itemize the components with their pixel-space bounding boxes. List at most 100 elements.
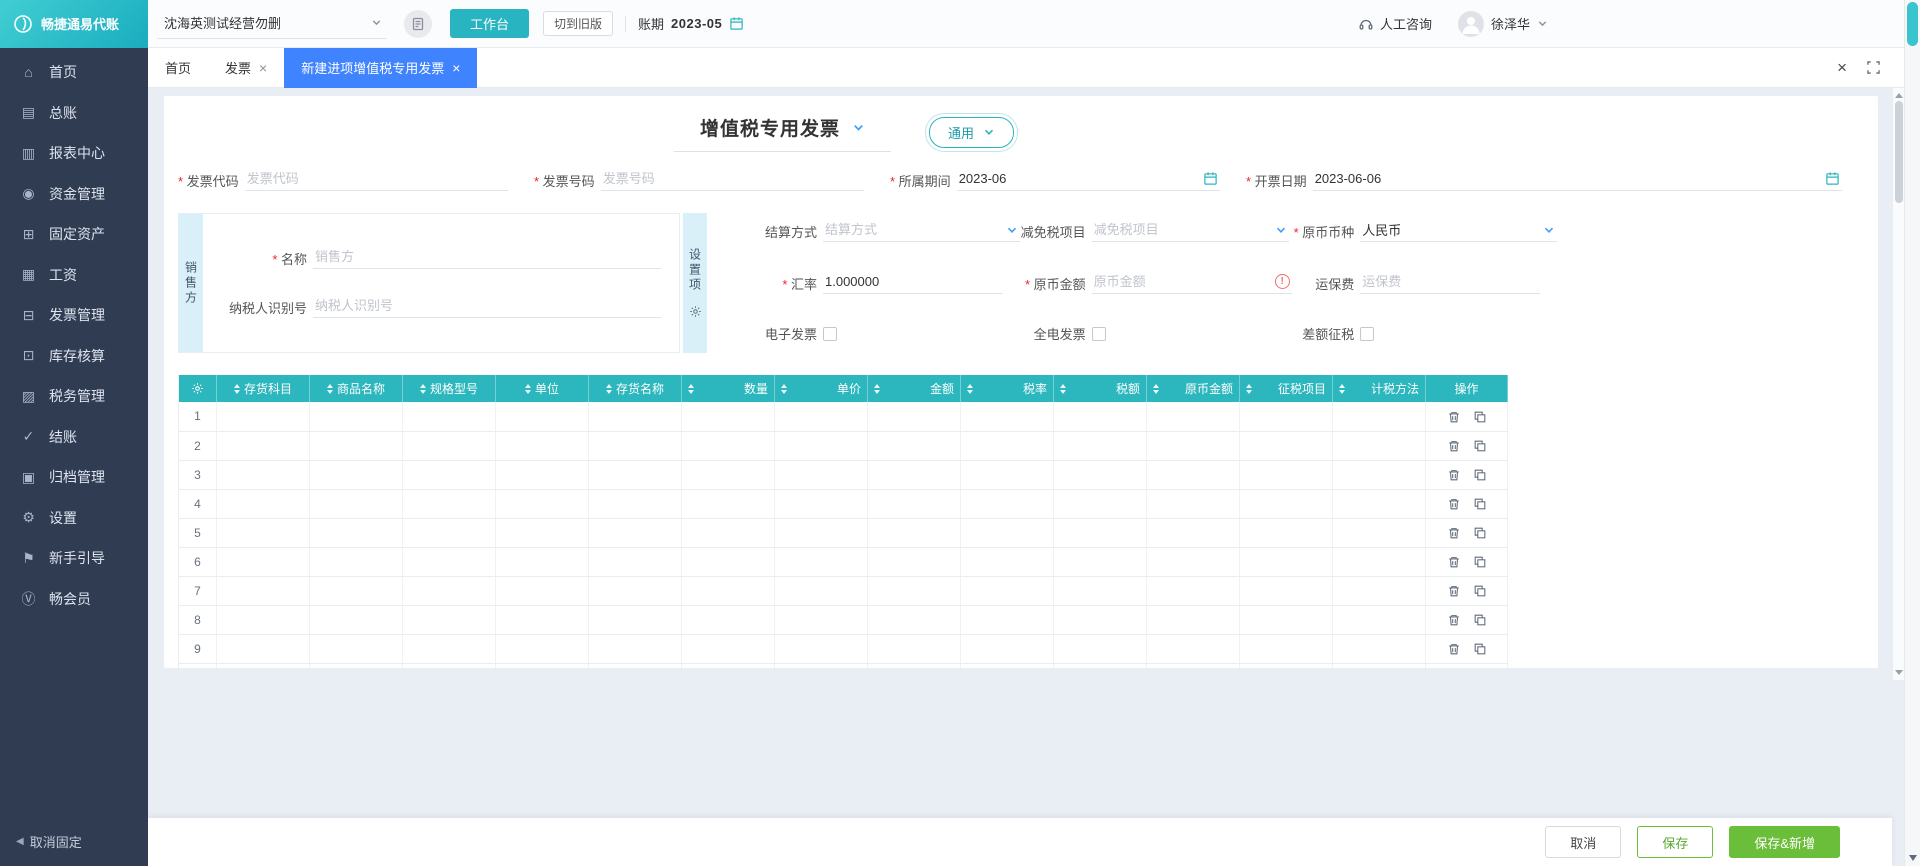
grid-cell[interactable] bbox=[588, 547, 682, 577]
fullscreen-icon[interactable] bbox=[1867, 61, 1880, 74]
sidebar-item-payroll[interactable]: ▦ 工资 bbox=[0, 255, 148, 296]
grid-cell[interactable] bbox=[402, 402, 496, 432]
grid-cell[interactable] bbox=[960, 460, 1054, 490]
close-all-tabs-icon[interactable]: × bbox=[1837, 59, 1847, 76]
sort-icon[interactable] bbox=[1153, 383, 1159, 394]
grid-cell[interactable] bbox=[960, 663, 1054, 668]
sidebar-item-tax-management[interactable]: ▨ 税务管理 bbox=[0, 376, 148, 417]
checkbox[interactable] bbox=[1360, 326, 1375, 341]
grid-cell[interactable] bbox=[1239, 431, 1333, 461]
grid-cell[interactable] bbox=[774, 431, 868, 461]
user-menu[interactable]: 徐泽华 bbox=[1457, 10, 1548, 37]
grid-cell[interactable] bbox=[1146, 605, 1240, 635]
delete-row-icon[interactable] bbox=[1447, 584, 1461, 598]
checkbox[interactable] bbox=[1091, 326, 1106, 341]
grid-column-header[interactable]: 商品名称 bbox=[309, 375, 403, 402]
grid-cell[interactable] bbox=[402, 489, 496, 519]
grid-cell[interactable] bbox=[681, 460, 775, 490]
grid-cell[interactable] bbox=[309, 634, 403, 664]
copy-row-icon[interactable] bbox=[1473, 555, 1487, 569]
grid-cell[interactable] bbox=[402, 663, 496, 668]
scroll-down-icon[interactable] bbox=[1894, 670, 1903, 675]
delete-row-icon[interactable] bbox=[1447, 526, 1461, 540]
grid-cell[interactable] bbox=[495, 431, 589, 461]
grid-cell[interactable] bbox=[960, 431, 1054, 461]
sidebar-item-inventory-accounting[interactable]: ⊡ 库存核算 bbox=[0, 336, 148, 377]
content-scrollbar-thumb[interactable] bbox=[1894, 101, 1903, 203]
grid-cell[interactable] bbox=[588, 489, 682, 519]
grid-cell[interactable] bbox=[681, 663, 775, 668]
grid-cell[interactable] bbox=[960, 518, 1054, 548]
grid-cell[interactable] bbox=[588, 431, 682, 461]
grid-cell[interactable] bbox=[1332, 489, 1426, 519]
grid-cell[interactable] bbox=[588, 634, 682, 664]
grid-cell[interactable] bbox=[867, 402, 961, 432]
grid-cell[interactable] bbox=[495, 460, 589, 490]
grid-cell[interactable] bbox=[1332, 402, 1426, 432]
grid-cell[interactable] bbox=[402, 605, 496, 635]
grid-cell[interactable] bbox=[1053, 605, 1147, 635]
grid-cell[interactable] bbox=[216, 489, 310, 519]
invoice-code-input[interactable] bbox=[246, 171, 506, 186]
save-button[interactable]: 保存 bbox=[1637, 826, 1714, 858]
grid-cell[interactable] bbox=[1239, 634, 1333, 664]
sort-icon[interactable] bbox=[419, 383, 426, 394]
grid-cell[interactable] bbox=[1332, 547, 1426, 577]
sort-icon[interactable] bbox=[605, 383, 612, 394]
checkbox[interactable] bbox=[823, 326, 837, 341]
grid-cell[interactable] bbox=[1053, 518, 1147, 548]
grid-cell[interactable] bbox=[867, 605, 961, 635]
save-and-new-button[interactable]: 保存&新增 bbox=[1729, 826, 1840, 858]
invoice-number-input[interactable] bbox=[602, 171, 862, 186]
grid-cell[interactable] bbox=[1239, 576, 1333, 606]
grid-cell[interactable] bbox=[1146, 518, 1240, 548]
delete-row-icon[interactable] bbox=[1447, 613, 1461, 627]
period-input[interactable] bbox=[958, 171, 1198, 186]
grid-cell[interactable] bbox=[402, 547, 496, 577]
copy-row-icon[interactable] bbox=[1473, 468, 1487, 482]
grid-cell[interactable] bbox=[402, 460, 496, 490]
grid-cell[interactable] bbox=[1053, 402, 1147, 432]
grid-cell[interactable] bbox=[216, 576, 310, 606]
grid-cell[interactable] bbox=[1239, 489, 1333, 519]
grid-cell[interactable] bbox=[867, 547, 961, 577]
grid-cell[interactable] bbox=[867, 518, 961, 548]
delete-row-icon[interactable] bbox=[1447, 497, 1461, 511]
grid-cell[interactable] bbox=[1146, 402, 1240, 432]
grid-settings-icon[interactable] bbox=[178, 375, 217, 402]
grid-cell[interactable] bbox=[960, 547, 1054, 577]
invoice-date-input[interactable] bbox=[1314, 171, 1820, 186]
delete-row-icon[interactable] bbox=[1447, 439, 1461, 453]
sidebar-item-general-ledger[interactable]: ▤ 总账 bbox=[0, 93, 148, 134]
grid-cell[interactable] bbox=[588, 605, 682, 635]
grid-cell[interactable] bbox=[1053, 460, 1147, 490]
grid-cell[interactable] bbox=[216, 518, 310, 548]
grid-cell[interactable] bbox=[1332, 576, 1426, 606]
grid-column-header[interactable]: 单位 bbox=[495, 375, 589, 402]
grid-cell[interactable] bbox=[216, 402, 310, 432]
sort-icon[interactable] bbox=[874, 383, 880, 394]
grid-column-header[interactable]: 计税方法 bbox=[1332, 375, 1426, 402]
sidebar-item-member[interactable]: Ⓥ 畅会员 bbox=[0, 579, 148, 620]
copy-row-icon[interactable] bbox=[1473, 584, 1487, 598]
grid-cell[interactable] bbox=[1332, 431, 1426, 461]
sort-icon[interactable] bbox=[524, 383, 531, 394]
grid-cell[interactable] bbox=[1332, 634, 1426, 664]
grid-cell[interactable] bbox=[681, 547, 775, 577]
grid-cell[interactable] bbox=[495, 663, 589, 668]
delete-row-icon[interactable] bbox=[1447, 555, 1461, 569]
grid-cell[interactable] bbox=[1146, 547, 1240, 577]
grid-column-header[interactable]: 规格型号 bbox=[402, 375, 496, 402]
grid-column-header[interactable]: 税额 bbox=[1053, 375, 1147, 402]
copy-row-icon[interactable] bbox=[1473, 497, 1487, 511]
grid-cell[interactable] bbox=[1053, 634, 1147, 664]
grid-cell[interactable] bbox=[309, 518, 403, 548]
grid-cell[interactable] bbox=[960, 576, 1054, 606]
support-link[interactable]: 人工咨询 bbox=[1358, 14, 1432, 33]
grid-cell[interactable] bbox=[309, 576, 403, 606]
sort-icon[interactable] bbox=[1060, 383, 1066, 394]
grid-cell[interactable] bbox=[1146, 460, 1240, 490]
grid-cell[interactable] bbox=[495, 518, 589, 548]
seller-name-input[interactable] bbox=[315, 249, 659, 264]
sort-icon[interactable] bbox=[233, 383, 240, 394]
